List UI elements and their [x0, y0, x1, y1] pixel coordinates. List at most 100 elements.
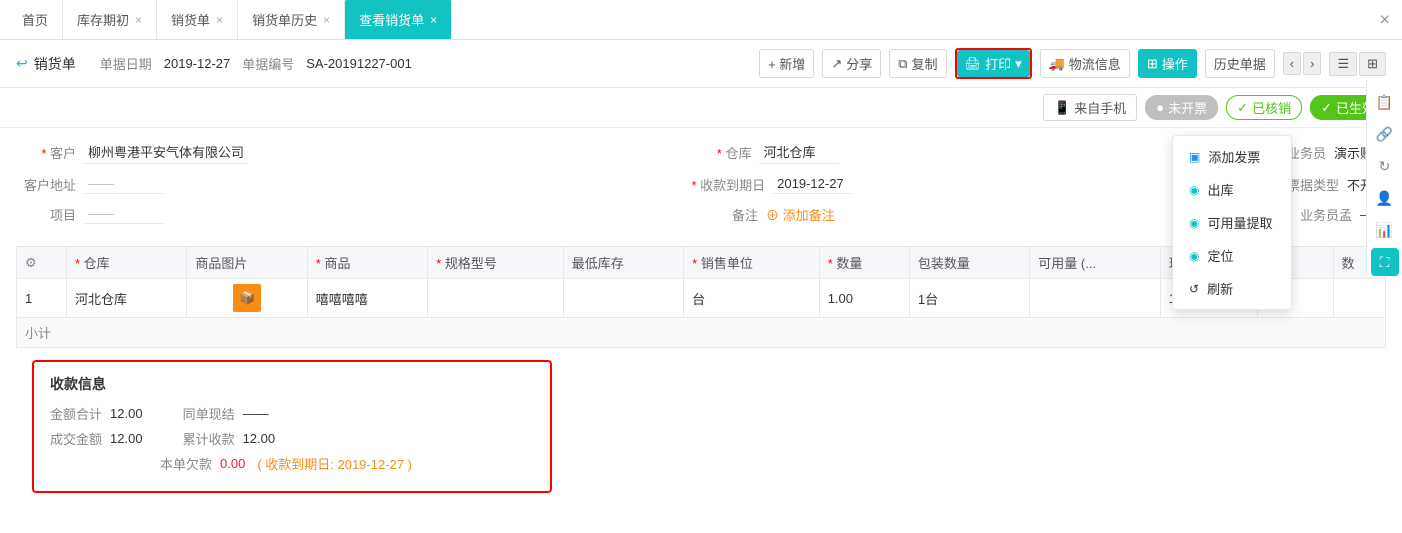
operation-dropdown: ▣ 添加发票 ◉ 出库 ◉ 可用量提取 ◉ 定位 ↺ 刷新 — [1172, 135, 1292, 310]
cell-warehouse: 河北仓库 — [66, 279, 186, 318]
balance-value: 0.00 — [220, 456, 245, 471]
dropdown-item-outbound[interactable]: ◉ 出库 — [1173, 173, 1291, 206]
dropdown-item-add-invoice[interactable]: ▣ 添加发票 — [1173, 140, 1291, 173]
cell-image: 📦 — [187, 279, 307, 318]
tab-close-sales-order[interactable]: × — [216, 13, 223, 27]
next-button[interactable]: › — [1303, 52, 1321, 75]
due-date-label: 收款到期日 — [691, 175, 765, 194]
col-product: 商品 — [307, 247, 427, 279]
tab-sales-history[interactable]: 销货单历史 × — [238, 0, 345, 39]
project-field: 项目 —— — [16, 204, 618, 224]
print-button[interactable]: 🖨 打印 ▾ — [957, 50, 1030, 77]
same-order-value: —— — [243, 406, 269, 421]
tab-sales-order[interactable]: 销货单 × — [157, 0, 238, 39]
no-value: SA-20191227-001 — [306, 56, 412, 71]
doc-meta: 单据日期 2019-12-27 单据编号 SA-20191227-001 — [100, 54, 412, 73]
right-sidebar: 📋 🔗 ↻ 👤 📊 ⛶ — [1366, 80, 1402, 276]
operation-icon: ⊞ — [1147, 56, 1158, 72]
window-close-icon[interactable]: × — [1379, 9, 1390, 30]
nav-arrows: ‹ › — [1283, 52, 1322, 75]
due-date-value: 2019-12-27 — [773, 174, 853, 194]
cell-quantity: 1.00 — [819, 279, 909, 318]
tab-inventory-init[interactable]: 库存期初 × — [63, 0, 157, 39]
tab-close-inventory-init[interactable]: × — [135, 13, 142, 27]
payment-row-1: 金额合计 12.00 同单现结 —— — [50, 404, 534, 423]
col-settings: ⚙ — [17, 247, 67, 279]
col-available: 可用量 (... — [1030, 247, 1160, 279]
payment-box: 收款信息 金额合计 12.00 同单现结 —— 成交金额 12.00 累计收款 — [32, 360, 552, 493]
sidebar-icon-refresh[interactable]: ↻ — [1371, 152, 1399, 180]
outbound-icon: ◉ — [1189, 183, 1199, 197]
cell-no: 1 — [17, 279, 67, 318]
operation-button[interactable]: ⊞ 操作 — [1138, 49, 1197, 78]
same-order-item: 同单现结 —— — [183, 404, 269, 423]
payment-title: 收款信息 — [50, 374, 534, 394]
payment-row-3: 本单欠款 0.00 ( 收款到期日: 2019-12-27 ) — [50, 454, 534, 473]
refresh-icon: ↺ — [1189, 282, 1199, 296]
sidebar-icon-link[interactable]: 🔗 — [1371, 120, 1399, 148]
deal-amount-label: 成交金额 — [50, 429, 102, 448]
tab-view-sales[interactable]: 查看销货单 × — [345, 0, 452, 39]
dropdown-item-refresh[interactable]: ↺ 刷新 — [1173, 272, 1291, 305]
cumulative-item: 累计收款 12.00 — [183, 429, 276, 448]
cell-spec — [428, 279, 564, 318]
copy-icon: ⧉ — [898, 56, 907, 72]
subtotal-row: 小计 — [17, 318, 1386, 348]
invoice-status-button[interactable]: ● 未开票 — [1145, 95, 1218, 120]
mobile-button[interactable]: 📱 来自手机 — [1043, 94, 1137, 121]
cell-unit: 台 — [684, 279, 820, 318]
add-invoice-icon: ▣ — [1189, 150, 1200, 164]
copy-button[interactable]: ⧉ 复制 — [889, 49, 946, 78]
locate-icon: ◉ — [1189, 249, 1199, 263]
tab-close-sales-history[interactable]: × — [323, 13, 330, 27]
confirm-button[interactable]: ✓ 已核销 — [1226, 95, 1302, 120]
deal-amount-item: 成交金额 12.00 — [50, 429, 143, 448]
total-amount-label: 金额合计 — [50, 404, 102, 423]
total-amount-value: 12.00 — [110, 406, 143, 421]
tab-close-view-sales[interactable]: × — [430, 13, 437, 27]
available-icon: ◉ — [1189, 216, 1199, 230]
doc-header: ↩ 销货单 单据日期 2019-12-27 单据编号 SA-20191227-0… — [0, 40, 1402, 88]
due-note: ( 收款到期日: 2019-12-27 ) — [257, 454, 412, 473]
date-value: 2019-12-27 — [164, 56, 231, 71]
share-button[interactable]: ↗ 分享 — [822, 49, 881, 78]
cell-product: 嘻嘻嘻嘻 — [307, 279, 427, 318]
payment-row-2: 成交金额 12.00 累计收款 12.00 — [50, 429, 534, 448]
address-label: 客户地址 — [16, 175, 76, 194]
col-pack-qty: 包装数量 — [909, 247, 1029, 279]
logistics-button[interactable]: 🚚 物流信息 — [1040, 49, 1130, 78]
tab-home[interactable]: 首页 — [8, 0, 63, 39]
sidebar-icon-expand[interactable]: ⛶ — [1371, 248, 1399, 276]
prev-button[interactable]: ‹ — [1283, 52, 1301, 75]
grid-view-button[interactable]: ⊞ — [1359, 52, 1386, 76]
settings-icon[interactable]: ⚙ — [25, 255, 37, 270]
subtotal-label: 小计 — [17, 318, 1386, 348]
same-order-label: 同单现结 — [183, 404, 235, 423]
history-button[interactable]: 历史单据 — [1205, 49, 1275, 78]
balance-item: 本单欠款 0.00 ( 收款到期日: 2019-12-27 ) — [160, 454, 412, 473]
customer-value: 柳州粤港平安气体有限公司 — [84, 140, 248, 164]
mobile-icon: 📱 — [1054, 100, 1070, 116]
project-value: —— — [84, 204, 164, 224]
deal-amount-value: 12.00 — [110, 431, 143, 446]
new-button[interactable]: + 新增 — [759, 49, 814, 78]
dropdown-item-available[interactable]: ◉ 可用量提取 — [1173, 206, 1291, 239]
sidebar-icon-user[interactable]: 👤 — [1371, 184, 1399, 212]
effect-icon: ✓ — [1321, 100, 1332, 116]
invoice-icon: ● — [1156, 100, 1164, 115]
sidebar-icon-clipboard[interactable]: 📋 — [1371, 88, 1399, 116]
sidebar-icon-chart[interactable]: 📊 — [1371, 216, 1399, 244]
total-amount-item: 金额合计 12.00 — [50, 404, 143, 423]
no-label: 单据编号 — [242, 54, 294, 73]
print-btn-wrapper: 🖨 打印 ▾ — [955, 48, 1032, 79]
list-view-button[interactable]: ☰ — [1329, 52, 1357, 76]
warehouse-value: 河北仓库 — [759, 140, 839, 164]
cumulative-label: 累计收款 — [183, 429, 235, 448]
dropdown-item-locate[interactable]: ◉ 定位 — [1173, 239, 1291, 272]
cell-more — [1333, 279, 1385, 318]
add-note-button[interactable]: ⊕ 添加备注 — [766, 205, 835, 224]
col-min-stock: 最低库存 — [563, 247, 683, 279]
col-quantity: 数量 — [819, 247, 909, 279]
note-label: 备注 — [698, 205, 758, 224]
toolbar-right: + 新增 ↗ 分享 ⧉ 复制 🖨 打印 ▾ 🚚 物流信息 — [759, 48, 1386, 79]
